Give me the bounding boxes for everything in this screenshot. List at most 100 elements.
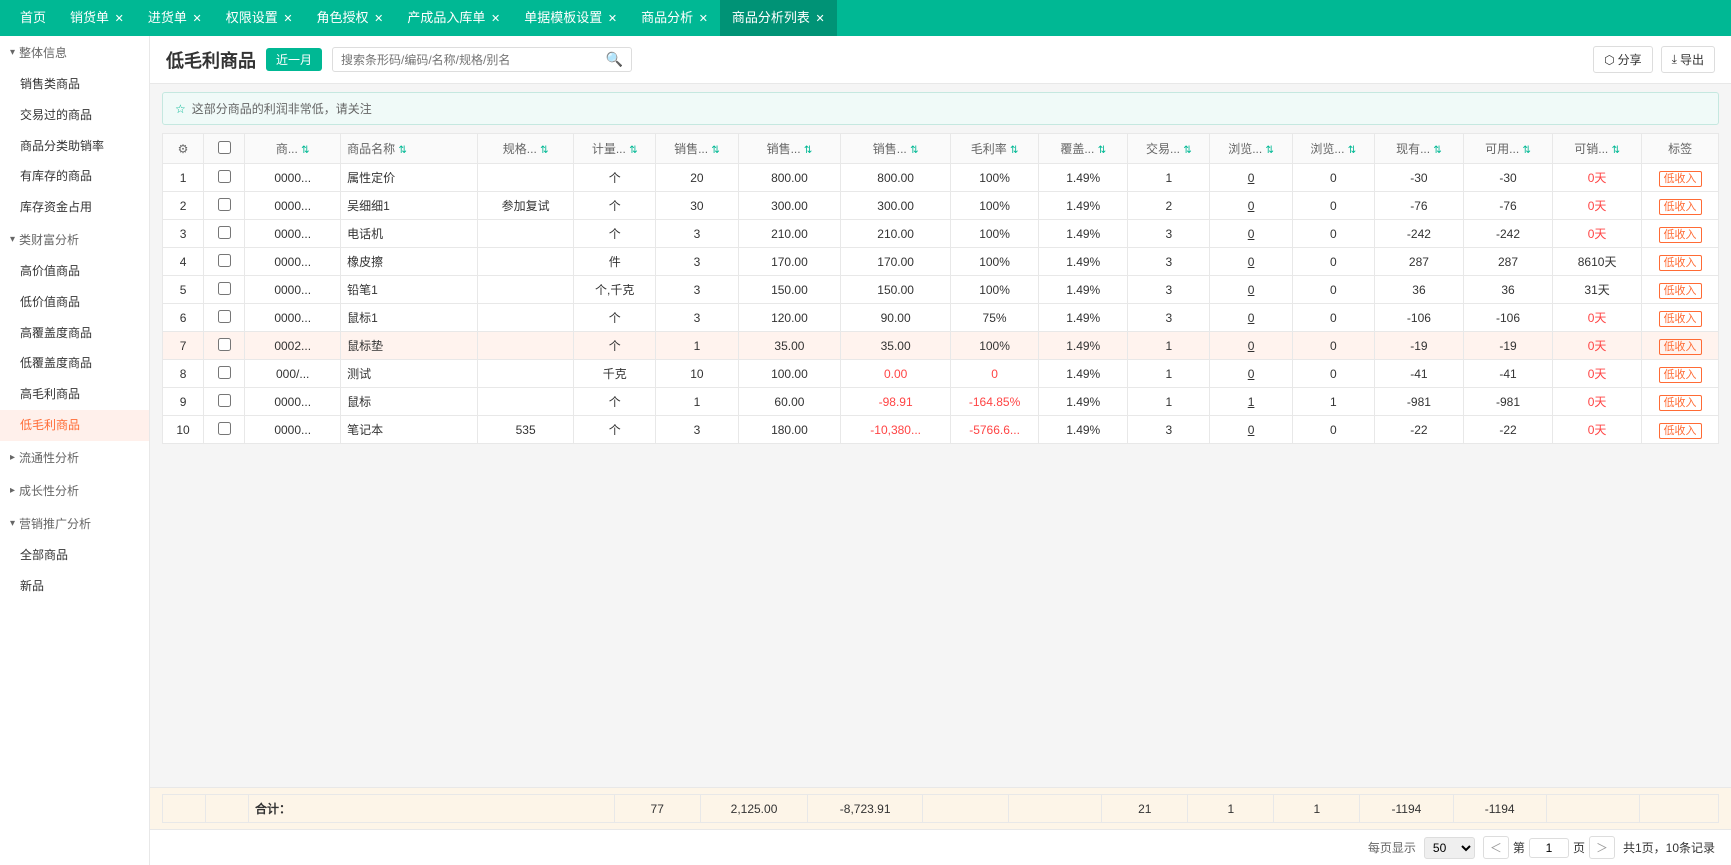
sidebar-group-overall[interactable]: ▾ 整体信息 — [0, 36, 149, 69]
cell-check[interactable] — [204, 332, 245, 360]
browse1-link[interactable]: 0 — [1248, 199, 1255, 213]
th-trade[interactable]: 交易... ⇅ — [1128, 134, 1210, 164]
cell-browse1[interactable]: 0 — [1210, 304, 1292, 332]
sidebar-item-stock-goods[interactable]: 有库存的商品 — [0, 161, 149, 192]
row-checkbox[interactable] — [218, 282, 231, 295]
cell-browse1[interactable]: 1 — [1210, 388, 1292, 416]
sidebar-group-growth[interactable]: ▸ 成长性分析 — [0, 474, 149, 507]
sidebar-item-category-rate[interactable]: 商品分类助销率 — [0, 131, 149, 162]
row-checkbox[interactable] — [218, 394, 231, 407]
browse1-link[interactable]: 0 — [1248, 423, 1255, 437]
nav-role-auth[interactable]: 角色授权 ✕ — [305, 0, 396, 36]
sidebar-group-marketing[interactable]: ▾ 营销推广分析 — [0, 507, 149, 540]
cell-check[interactable] — [204, 164, 245, 192]
nav-close-sales[interactable]: ✕ — [115, 13, 124, 25]
row-checkbox[interactable] — [218, 170, 231, 183]
cell-check[interactable] — [204, 388, 245, 416]
th-sales-count[interactable]: 销售... ⇅ — [656, 134, 738, 164]
th-saleable[interactable]: 可销... ⇅ — [1553, 134, 1642, 164]
cell-check[interactable] — [204, 248, 245, 276]
row-checkbox[interactable] — [218, 226, 231, 239]
prev-page-btn[interactable]: ＜ — [1483, 836, 1509, 859]
browse1-link[interactable]: 0 — [1248, 255, 1255, 269]
th-gross[interactable]: 毛利率 ⇅ — [950, 134, 1038, 164]
browse1-link[interactable]: 1 — [1248, 395, 1255, 409]
nav-product-entry[interactable]: 产成品入库单 ✕ — [395, 0, 512, 36]
nav-home[interactable]: 首页 — [8, 0, 58, 36]
sidebar-item-low-value[interactable]: 低价值商品 — [0, 287, 149, 318]
cell-check[interactable] — [204, 276, 245, 304]
row-checkbox[interactable] — [218, 198, 231, 211]
browse1-link[interactable]: 0 — [1248, 171, 1255, 185]
cell-check[interactable] — [204, 192, 245, 220]
sidebar-item-low-coverage[interactable]: 低覆盖度商品 — [0, 348, 149, 379]
nav-close-product[interactable]: ✕ — [491, 13, 500, 25]
nav-close-template[interactable]: ✕ — [608, 13, 617, 25]
cell-check[interactable] — [204, 360, 245, 388]
cell-browse1[interactable]: 0 — [1210, 276, 1292, 304]
th-unit[interactable]: 计量... ⇅ — [574, 134, 656, 164]
filter-month-btn[interactable]: 近一月 — [266, 48, 322, 71]
th-code[interactable]: 商... ⇅ — [245, 134, 341, 164]
nav-goods-analysis-list[interactable]: 商品分析列表 ✕ — [720, 0, 837, 36]
nav-close-purchase[interactable]: ✕ — [192, 13, 201, 25]
browse1-link[interactable]: 0 — [1248, 283, 1255, 297]
th-spec[interactable]: 规格... ⇅ — [478, 134, 574, 164]
nav-permission[interactable]: 权限设置 ✕ — [214, 0, 305, 36]
th-sales-amt[interactable]: 销售... ⇅ — [738, 134, 841, 164]
th-browse1[interactable]: 浏览... ⇅ — [1210, 134, 1292, 164]
row-checkbox[interactable] — [218, 338, 231, 351]
export-btn[interactable]: ⤓ 导出 — [1661, 46, 1715, 73]
cell-browse1[interactable]: 0 — [1210, 164, 1292, 192]
search-icon[interactable]: 🔍 — [606, 51, 623, 68]
th-current[interactable]: 现有... ⇅ — [1374, 134, 1463, 164]
sidebar-group-liquidity[interactable]: ▸ 流通性分析 — [0, 441, 149, 474]
cell-browse1[interactable]: 0 — [1210, 192, 1292, 220]
th-cover[interactable]: 覆盖... ⇅ — [1039, 134, 1128, 164]
th-available[interactable]: 可用... ⇅ — [1463, 134, 1552, 164]
cell-browse1[interactable]: 0 — [1210, 248, 1292, 276]
row-checkbox[interactable] — [218, 422, 231, 435]
sidebar-item-stock-capital[interactable]: 库存资金占用 — [0, 192, 149, 223]
nav-close-list[interactable]: ✕ — [816, 13, 825, 25]
page-size-select[interactable]: 50 100 200 — [1424, 837, 1475, 859]
nav-close-goods[interactable]: ✕ — [699, 13, 708, 25]
browse1-link[interactable]: 0 — [1248, 227, 1255, 241]
cell-browse1[interactable]: 0 — [1210, 416, 1292, 444]
nav-template[interactable]: 单据模板设置 ✕ — [512, 0, 629, 36]
share-btn[interactable]: ⬡ 分享 — [1593, 46, 1653, 73]
sidebar-item-high-value[interactable]: 高价值商品 — [0, 256, 149, 287]
nav-close-permission[interactable]: ✕ — [283, 13, 292, 25]
gear-icon[interactable]: ⚙ — [178, 142, 189, 156]
sidebar-item-high-margin[interactable]: 高毛利商品 — [0, 379, 149, 410]
select-all-checkbox[interactable] — [218, 141, 231, 154]
th-sales-profit[interactable]: 销售... ⇅ — [841, 134, 951, 164]
sidebar-item-traded-goods[interactable]: 交易过的商品 — [0, 100, 149, 131]
nav-close-role[interactable]: ✕ — [374, 13, 383, 25]
cell-browse1[interactable]: 0 — [1210, 332, 1292, 360]
cell-check[interactable] — [204, 416, 245, 444]
page-number-input[interactable] — [1529, 838, 1569, 858]
cell-check[interactable] — [204, 220, 245, 248]
cell-browse1[interactable]: 0 — [1210, 360, 1292, 388]
sidebar-item-new-goods[interactable]: 新品 — [0, 571, 149, 602]
sidebar-group-wealth[interactable]: ▾ 类财富分析 — [0, 223, 149, 256]
row-checkbox[interactable] — [218, 310, 231, 323]
th-gear[interactable]: ⚙ — [163, 134, 204, 164]
row-checkbox[interactable] — [218, 254, 231, 267]
browse1-link[interactable]: 0 — [1248, 311, 1255, 325]
nav-purchase-order[interactable]: 进货单 ✕ — [136, 0, 214, 36]
th-name[interactable]: 商品名称 ⇅ — [341, 134, 478, 164]
row-checkbox[interactable] — [218, 366, 231, 379]
th-browse2[interactable]: 浏览... ⇅ — [1292, 134, 1374, 164]
cell-browse1[interactable]: 0 — [1210, 220, 1292, 248]
nav-sales-order[interactable]: 销货单 ✕ — [58, 0, 136, 36]
sidebar-item-low-margin[interactable]: 低毛利商品 — [0, 410, 149, 441]
nav-goods-analysis[interactable]: 商品分析 ✕ — [629, 0, 720, 36]
search-input[interactable] — [341, 53, 606, 67]
browse1-link[interactable]: 0 — [1248, 367, 1255, 381]
next-page-btn[interactable]: ＞ — [1589, 836, 1615, 859]
sidebar-item-all-goods[interactable]: 全部商品 — [0, 540, 149, 571]
cell-check[interactable] — [204, 304, 245, 332]
browse1-link[interactable]: 0 — [1248, 339, 1255, 353]
